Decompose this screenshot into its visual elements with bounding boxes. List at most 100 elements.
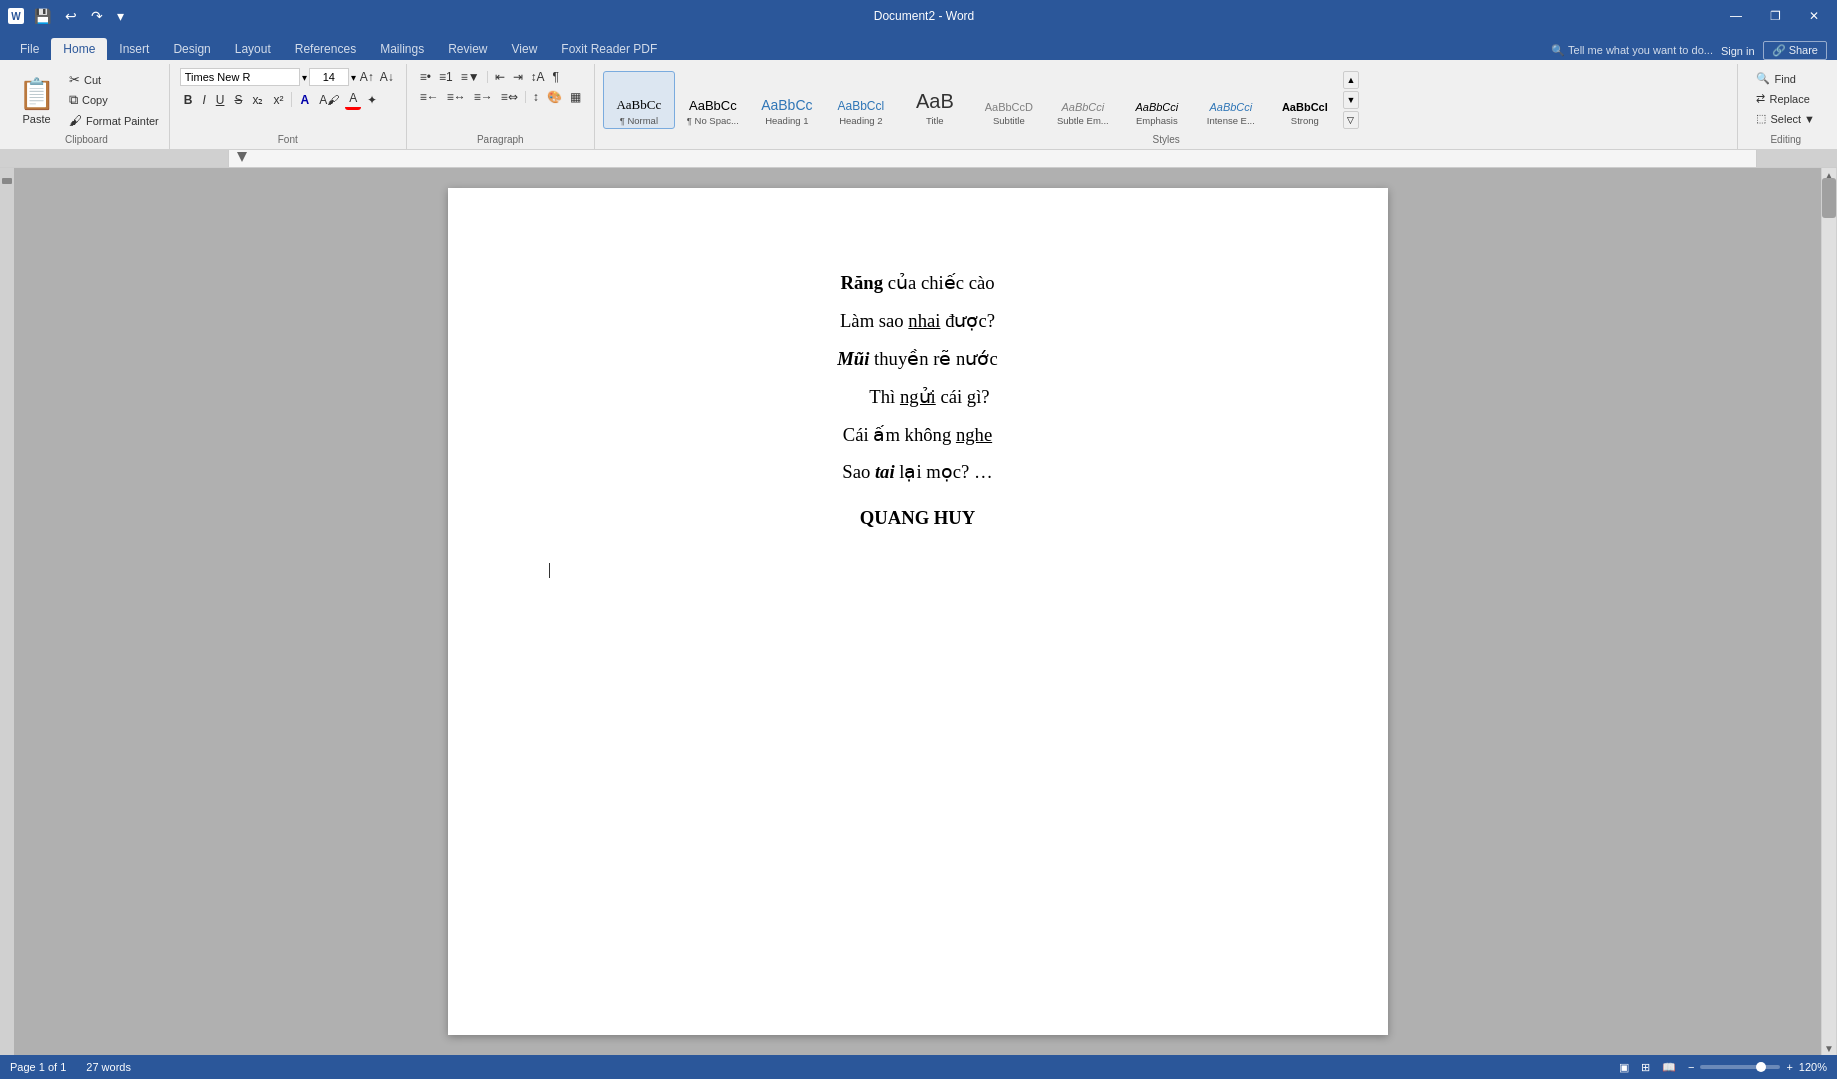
- format-painter-button[interactable]: 🖌 Format Painter: [65, 111, 163, 130]
- align-left-button[interactable]: ≡←: [417, 88, 442, 106]
- style-normal[interactable]: AaBbCc ¶ Normal: [603, 71, 675, 129]
- scroll-down-button[interactable]: ▼: [1822, 1041, 1836, 1055]
- sign-in-button[interactable]: Sign in: [1721, 45, 1755, 57]
- text-effects-button[interactable]: A: [296, 91, 313, 109]
- style-subtleemphasis[interactable]: AaBbCci Subtle Em...: [1047, 71, 1119, 129]
- select-button[interactable]: ⬚ Select ▼: [1752, 110, 1819, 127]
- style-nospace[interactable]: AaBbCc ¶ No Spac...: [677, 71, 749, 129]
- redo-button[interactable]: ↷: [87, 6, 107, 26]
- tab-view[interactable]: View: [500, 38, 550, 60]
- customize-quick-access-button[interactable]: ▾: [113, 6, 128, 26]
- tab-file[interactable]: File: [8, 38, 51, 60]
- document-area[interactable]: Răng của chiếc cào Làm sao nhai được? Mũ…: [14, 168, 1821, 1055]
- sidebar-nav-marker[interactable]: [2, 178, 12, 184]
- styles-group: AaBbCc ¶ Normal AaBbCc ¶ No Spac... AaBb…: [595, 64, 1739, 149]
- style-strong[interactable]: AaBbCcl Strong: [1269, 71, 1341, 129]
- style-heading1[interactable]: AaBbCc Heading 1: [751, 71, 823, 129]
- copy-button[interactable]: ⧉ Copy: [65, 90, 163, 110]
- bold-button[interactable]: B: [180, 91, 197, 109]
- borders-button[interactable]: ▦: [567, 88, 584, 106]
- font-size-decrease-button[interactable]: A↓: [378, 69, 396, 85]
- undo-button[interactable]: ↩: [61, 6, 81, 26]
- document-page: Răng của chiếc cào Làm sao nhai được? Mũ…: [448, 188, 1388, 1035]
- doc-line-2: Làm sao nhai được?: [548, 306, 1288, 336]
- minimize-button[interactable]: —: [1720, 5, 1752, 27]
- style-emphasis[interactable]: AaBbCci Emphasis: [1121, 71, 1193, 129]
- cut-icon: ✂: [69, 72, 80, 87]
- sort-button[interactable]: ↕A: [528, 68, 548, 86]
- tab-review[interactable]: Review: [436, 38, 499, 60]
- close-button[interactable]: ✕: [1799, 5, 1829, 27]
- scrollbar-track[interactable]: ▲ ▼: [1822, 168, 1836, 1055]
- superscript-button[interactable]: x²: [269, 91, 287, 109]
- decrease-indent-button[interactable]: ⇤: [492, 68, 508, 86]
- view-print-layout-icon[interactable]: ▣: [1619, 1061, 1629, 1074]
- italic-button[interactable]: I: [198, 91, 209, 109]
- text-cursor: [549, 563, 550, 577]
- scrollbar-thumb[interactable]: [1822, 178, 1836, 218]
- align-center-button[interactable]: ≡↔: [444, 88, 469, 106]
- replace-button[interactable]: ⇄ Replace: [1752, 90, 1819, 107]
- ribbon: 📋 Paste ✂ Cut ⧉ Copy 🖌 Format Painter: [0, 60, 1837, 150]
- multilevel-list-button[interactable]: ≡▼: [458, 68, 483, 86]
- show-marks-button[interactable]: ¶: [550, 68, 562, 86]
- status-bar-right: ▣ ⊞ 📖 − + 120%: [1619, 1061, 1827, 1074]
- page-info: Page 1 of 1: [10, 1061, 66, 1073]
- font-divider: [291, 92, 292, 107]
- zoom-in-button[interactable]: +: [1786, 1061, 1792, 1073]
- style-heading2[interactable]: AaBbCcl Heading 2: [825, 71, 897, 129]
- tell-me-search[interactable]: 🔍 Tell me what you want to do...: [1551, 44, 1713, 57]
- styles-scroll-up-button[interactable]: ▲: [1343, 71, 1359, 89]
- ruler: [0, 150, 1837, 168]
- text-highlight-button[interactable]: A🖌: [315, 91, 343, 109]
- numbering-button[interactable]: ≡1: [436, 68, 456, 86]
- font-size-dropdown-icon[interactable]: ▾: [351, 72, 356, 83]
- font-color-button[interactable]: A: [345, 89, 361, 110]
- font-format-row: B I U S x₂ x² A A🖌 A ✦: [180, 89, 396, 110]
- view-web-layout-icon[interactable]: ⊞: [1641, 1061, 1650, 1074]
- shading-button[interactable]: 🎨: [544, 88, 565, 106]
- style-subtitle[interactable]: AaBbCcD Subtitle: [973, 71, 1045, 129]
- tab-design[interactable]: Design: [161, 38, 222, 60]
- document-content[interactable]: Răng của chiếc cào Làm sao nhai được? Mũ…: [548, 268, 1288, 533]
- zoom-slider[interactable]: [1700, 1065, 1780, 1069]
- styles-scroll-down-button[interactable]: ▼: [1343, 91, 1359, 109]
- doc-word-tai: tai: [875, 461, 895, 482]
- save-button[interactable]: 💾: [30, 6, 55, 26]
- paste-button[interactable]: 📋 Paste: [10, 70, 63, 130]
- style-intenseemphasis[interactable]: AaBbCci Intense E...: [1195, 71, 1267, 129]
- tab-references[interactable]: References: [283, 38, 368, 60]
- style-title[interactable]: AaB Title: [899, 71, 971, 129]
- tab-foxit[interactable]: Foxit Reader PDF: [549, 38, 669, 60]
- doc-word-mui: Mũi: [837, 348, 869, 369]
- tab-home[interactable]: Home: [51, 38, 107, 60]
- increase-indent-button[interactable]: ⇥: [510, 68, 526, 86]
- line-spacing-button[interactable]: ↕: [530, 88, 542, 106]
- par-divider1: [487, 71, 488, 84]
- strikethrough-button[interactable]: S: [230, 91, 246, 109]
- tab-mailings[interactable]: Mailings: [368, 38, 436, 60]
- cut-button[interactable]: ✂ Cut: [65, 70, 163, 89]
- font-dropdown-icon[interactable]: ▾: [302, 72, 307, 83]
- tab-layout[interactable]: Layout: [223, 38, 283, 60]
- font-size-increase-button[interactable]: A↑: [358, 69, 376, 85]
- tab-insert[interactable]: Insert: [107, 38, 161, 60]
- main-layout: Răng của chiếc cào Làm sao nhai được? Mũ…: [0, 168, 1837, 1055]
- underline-button[interactable]: U: [212, 91, 229, 109]
- font-name-input[interactable]: [180, 68, 300, 86]
- justify-button[interactable]: ≡⇔: [498, 88, 521, 106]
- align-right-button[interactable]: ≡→: [471, 88, 496, 106]
- subscript-button[interactable]: x₂: [248, 91, 267, 109]
- restore-button[interactable]: ❐: [1760, 5, 1791, 27]
- font-size-input[interactable]: [309, 68, 349, 86]
- styles-expand-button[interactable]: ▽: [1343, 111, 1359, 129]
- bullets-button[interactable]: ≡•: [417, 68, 434, 86]
- view-read-icon[interactable]: 📖: [1662, 1061, 1676, 1074]
- zoom-out-button[interactable]: −: [1688, 1061, 1694, 1073]
- cursor-area[interactable]: [548, 563, 1288, 577]
- right-scrollbar[interactable]: ▲ ▼: [1821, 168, 1837, 1055]
- clear-format-button[interactable]: ✦: [363, 91, 381, 109]
- find-button[interactable]: 🔍 Find: [1752, 70, 1819, 87]
- share-button[interactable]: 🔗 Share: [1763, 41, 1827, 60]
- font-selector-row: ▾ ▾ A↑ A↓: [180, 68, 396, 86]
